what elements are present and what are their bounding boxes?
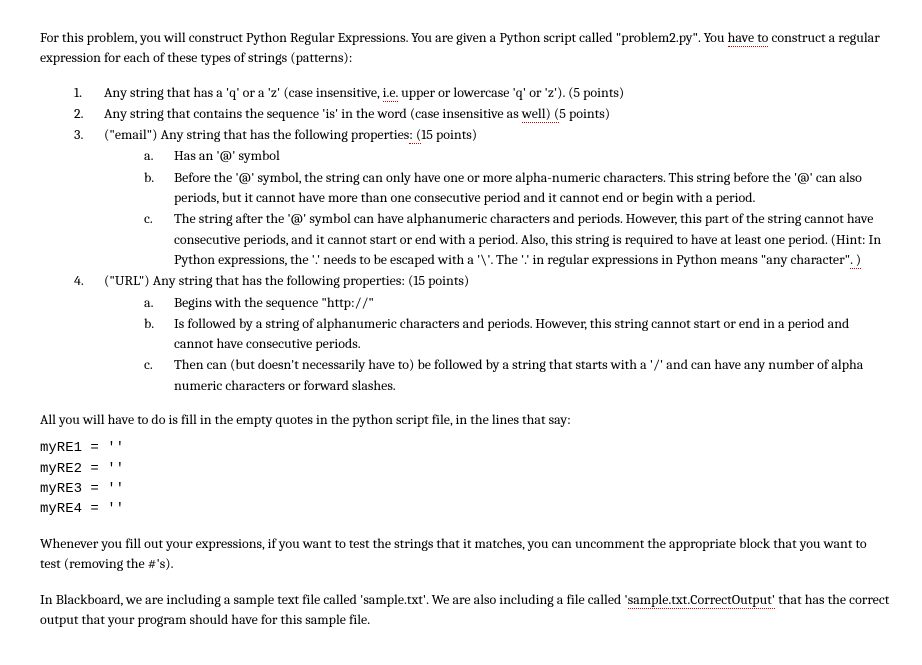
text: 5 points)	[559, 105, 610, 122]
spacer	[40, 580, 890, 590]
squiggle-text: i.e.	[383, 84, 398, 102]
sub-label: c.	[144, 209, 174, 270]
sub-body: Is followed by a string of alphanumeric …	[174, 314, 890, 355]
text: upper or lowercase 'q' or 'z'). (5 point…	[398, 84, 624, 101]
list-body: Any string that has a 'q' or a 'z' (case…	[104, 83, 890, 103]
sub-body: Before the '@' symbol, the string can on…	[174, 168, 890, 209]
list-number: 2.	[74, 104, 104, 124]
text: Any string that has a 'q' or a 'z' (case…	[104, 84, 383, 101]
sub-item: b. Before the '@' symbol, the string can…	[144, 168, 890, 209]
list-number: 3.	[74, 125, 104, 145]
sub-item: c. Then can (but doesn't necessarily hav…	[144, 355, 890, 396]
text: In Blackboard, we are including a sample…	[40, 591, 628, 608]
sub-item: a. Begins with the sequence "http://"	[144, 293, 890, 313]
sub-item: a. Has an '@' symbol	[144, 146, 890, 166]
sub-label: a.	[144, 293, 174, 313]
numbered-list: 1. Any string that has a 'q' or a 'z' (c…	[74, 83, 890, 396]
squiggle-text: sample.txt.CorrectOutput'	[628, 591, 775, 609]
sub-body: Then can (but doesn't necessarily have t…	[174, 355, 890, 396]
intro-paragraph: For this problem, you will construct Pyt…	[40, 28, 890, 69]
intro-text-pre: For this problem, you will construct Pyt…	[40, 29, 728, 46]
sub-label: b.	[144, 168, 174, 209]
text: Any string that contains the sequence 'i…	[104, 105, 522, 122]
intro-squiggle: have to	[728, 29, 769, 47]
list-number: 1.	[74, 83, 104, 103]
mid-paragraph: All you will have to do is fill in the e…	[40, 410, 890, 430]
squiggle-text: . )	[850, 251, 861, 269]
sub-label: c.	[144, 355, 174, 396]
list-body: ("email") Any string that has the follow…	[104, 125, 890, 145]
sub-list-3: a. Has an '@' symbol b. Before the '@' s…	[144, 146, 890, 270]
code-block: myRE1 = '' myRE2 = '' myRE3 = '' myRE4 =…	[40, 438, 890, 519]
list-number: 4.	[74, 271, 104, 291]
sub-item: c. The string after the '@' symbol can h…	[144, 209, 890, 270]
list-item-4: 4. ("URL") Any string that has the follo…	[74, 271, 890, 291]
text: The string after the '@' symbol can have…	[174, 210, 881, 268]
sub-body: The string after the '@' symbol can have…	[174, 209, 890, 270]
list-body: ("URL") Any string that has the followin…	[104, 271, 890, 291]
sub-list-4: a. Begins with the sequence "http://" b.…	[144, 293, 890, 396]
sub-item: b. Is followed by a string of alphanumer…	[144, 314, 890, 355]
list-item-1: 1. Any string that has a 'q' or a 'z' (c…	[74, 83, 890, 103]
sub-label: b.	[144, 314, 174, 355]
text: 15 points)	[421, 126, 477, 143]
list-item-2: 2. Any string that contains the sequence…	[74, 104, 890, 124]
paragraph-test-note: Whenever you fill out your expressions, …	[40, 534, 890, 575]
list-body: Any string that contains the sequence 'i…	[104, 104, 890, 124]
sub-body: Begins with the sequence "http://"	[174, 293, 890, 313]
squiggle-text: well) (	[522, 105, 559, 123]
sub-body: Has an '@' symbol	[174, 146, 890, 166]
squiggle-text: : (	[409, 126, 421, 144]
sub-label: a.	[144, 146, 174, 166]
list-item-3: 3. ("email") Any string that has the fol…	[74, 125, 890, 145]
text: ("email") Any string that has the follow…	[104, 126, 409, 143]
